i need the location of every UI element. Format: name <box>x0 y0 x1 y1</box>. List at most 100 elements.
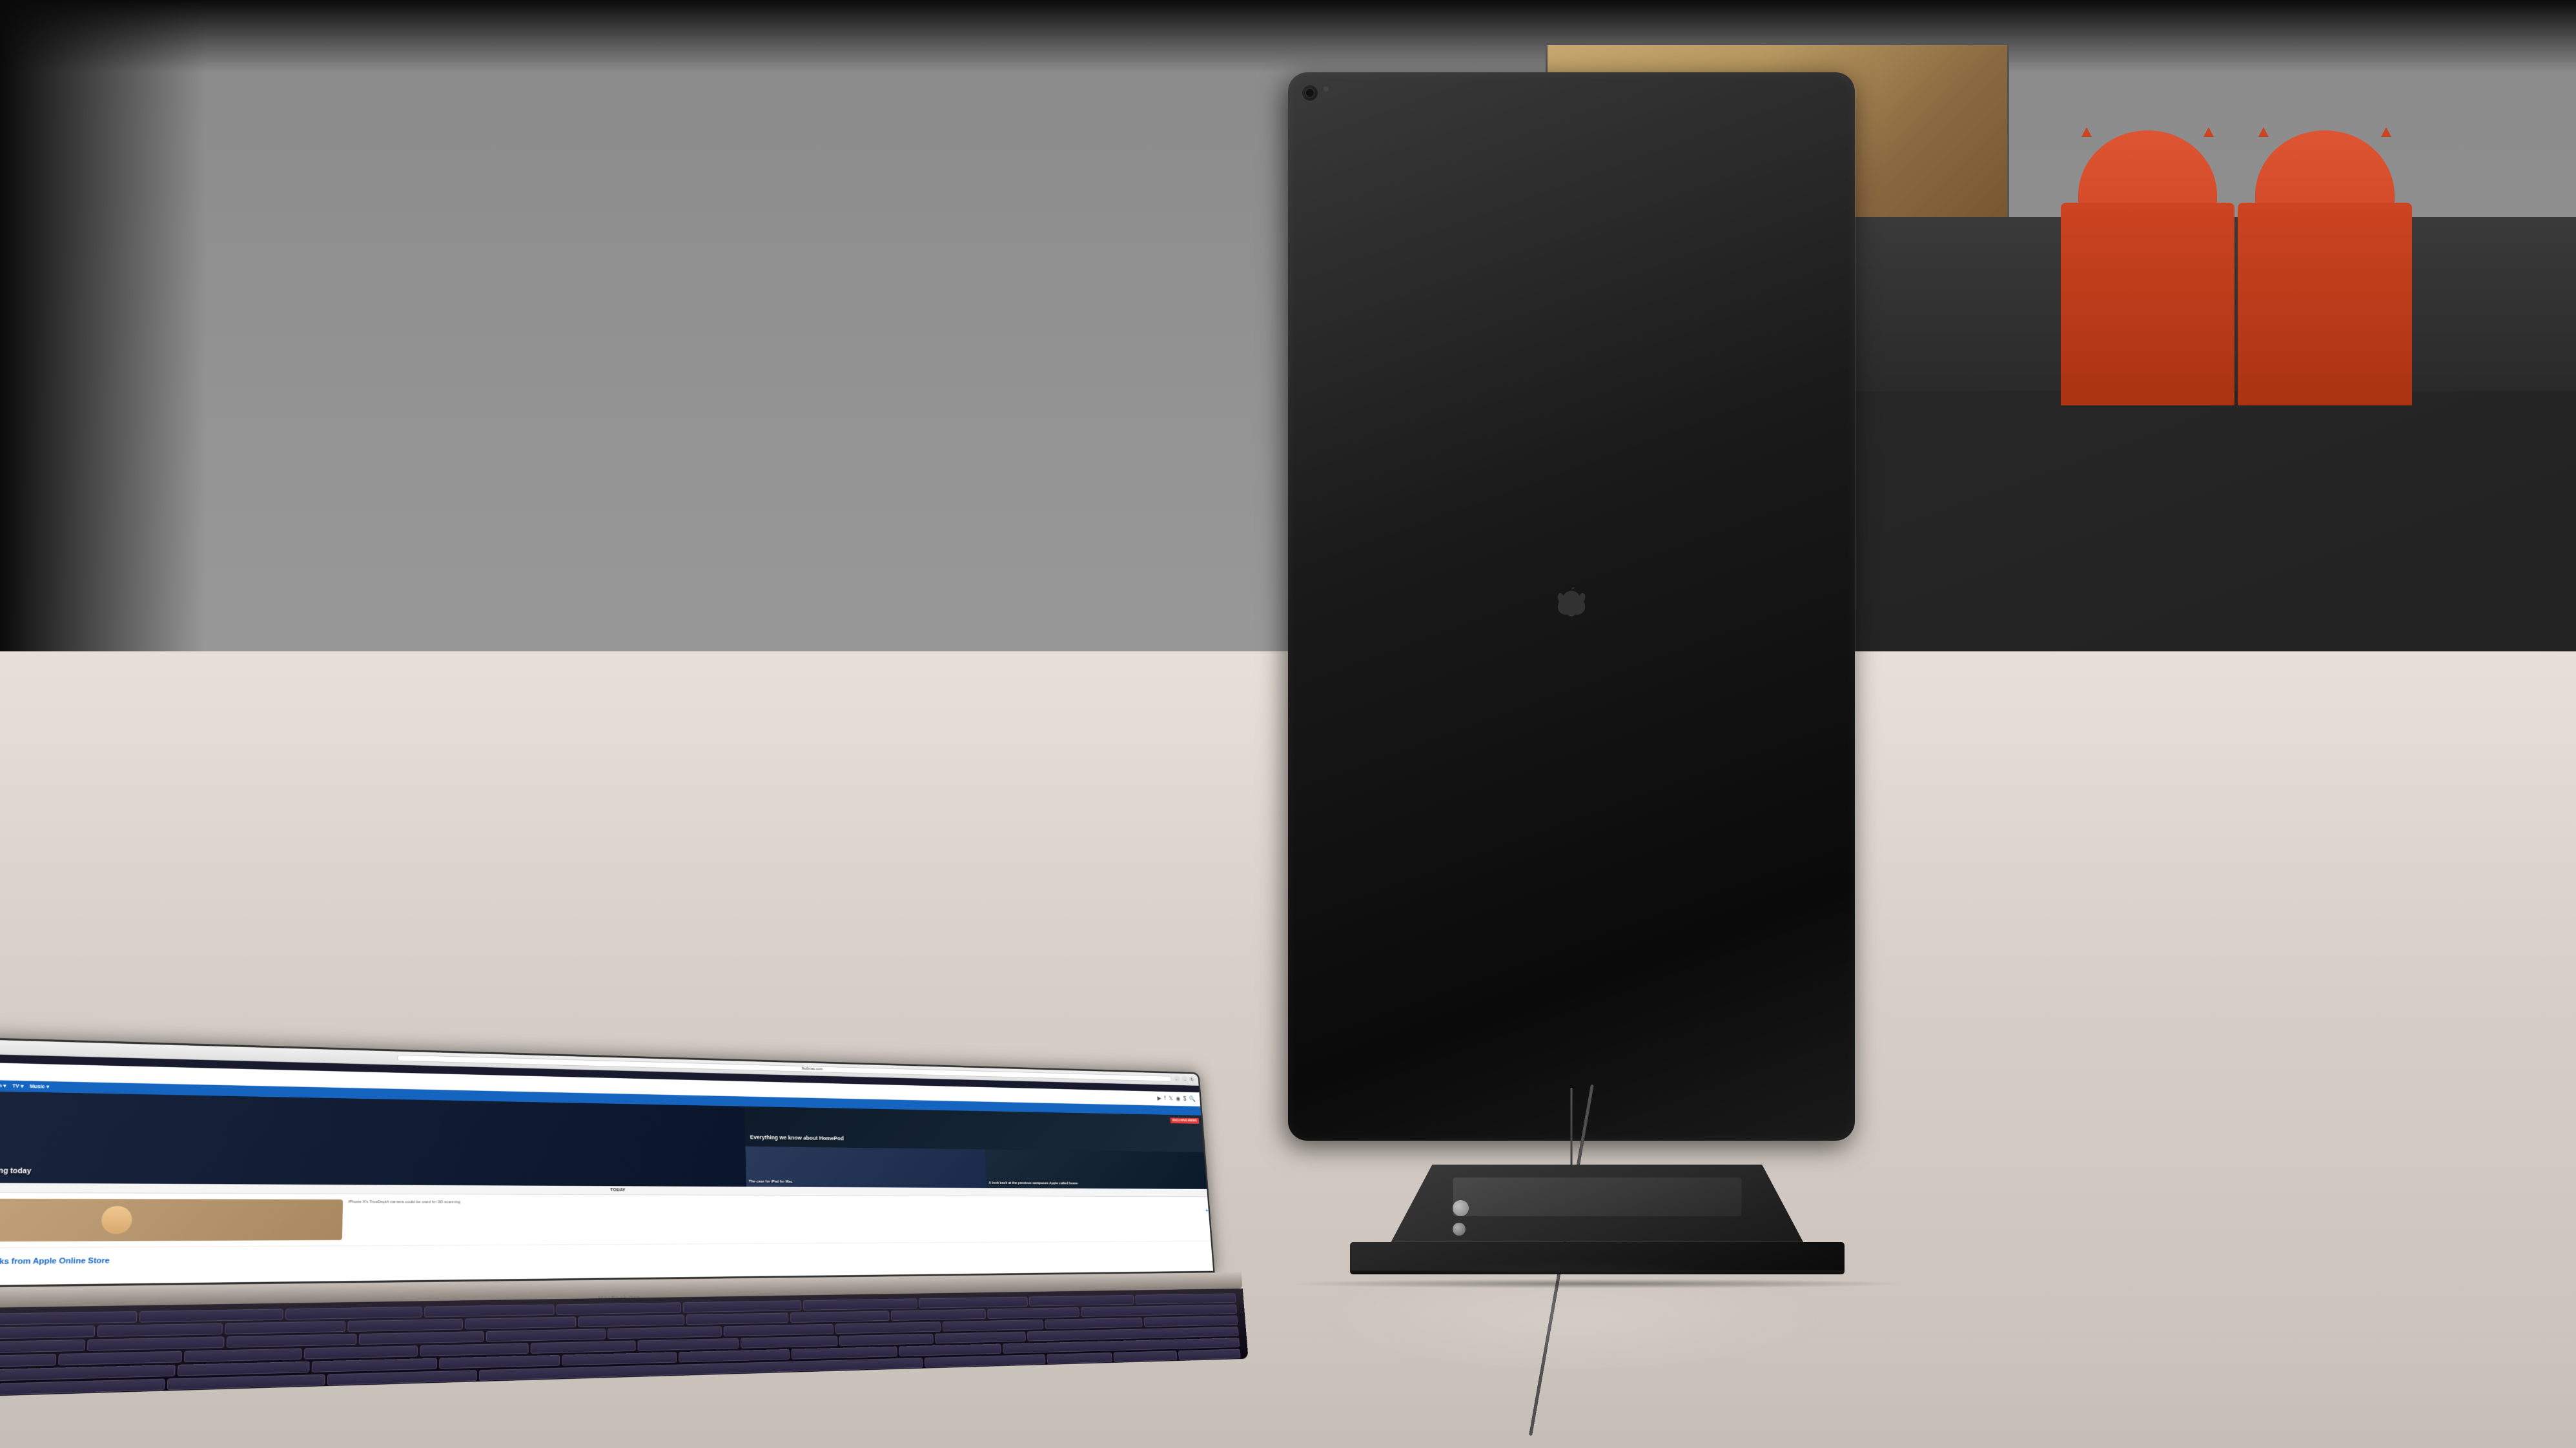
stand-knob-bottom <box>1453 1223 1466 1236</box>
key-v[interactable] <box>562 1352 677 1366</box>
fox-ear-left <box>2081 127 2092 137</box>
key-z[interactable] <box>178 1362 309 1377</box>
key-i[interactable] <box>942 1320 1043 1332</box>
article-more-button[interactable]: + <box>1205 1208 1209 1215</box>
iphone-body <box>1288 72 1855 1141</box>
iphone-container <box>1288 72 1855 1259</box>
iphone-flash <box>1324 87 1329 92</box>
key-f[interactable] <box>420 1343 529 1357</box>
search-icon[interactable]: 🔍 <box>1189 1096 1196 1103</box>
apple-logo-svg <box>1555 587 1588 626</box>
key-5[interactable] <box>465 1317 576 1330</box>
key-k[interactable] <box>839 1334 934 1347</box>
key-w[interactable] <box>226 1334 357 1349</box>
key-1[interactable] <box>0 1326 96 1340</box>
fox-body <box>2061 203 2234 405</box>
key-o[interactable] <box>1045 1318 1143 1330</box>
key-arrow-up[interactable] <box>1113 1351 1177 1363</box>
key-2[interactable] <box>97 1323 223 1337</box>
key-f1[interactable] <box>0 1312 138 1326</box>
key-f2[interactable] <box>139 1309 283 1323</box>
key-arrow-left[interactable] <box>1047 1353 1112 1365</box>
hero-thumb-2[interactable]: A look back at the previous campuses App… <box>985 1150 1207 1190</box>
key-h[interactable] <box>638 1339 739 1352</box>
key-n[interactable] <box>792 1347 898 1360</box>
key-u[interactable] <box>835 1322 941 1334</box>
key-c[interactable] <box>439 1356 560 1370</box>
hero-main[interactable]: GymKit for Apple Watch launching today <box>0 1089 747 1187</box>
fox-body-2 <box>2238 203 2411 405</box>
twitter-icon[interactable]: 𝕏 <box>1169 1096 1173 1102</box>
key-f9[interactable] <box>1029 1296 1134 1307</box>
site-nav-icons: ▶ f 𝕏 ◉ $ 🔍 <box>1157 1096 1196 1103</box>
nav-watch[interactable]: Watch ▾ <box>0 1083 6 1089</box>
rss-icon[interactable]: ◉ <box>1176 1096 1181 1102</box>
facebook-icon[interactable]: f <box>1164 1096 1166 1102</box>
key-3[interactable] <box>225 1321 345 1335</box>
key-f8[interactable] <box>919 1297 1028 1309</box>
hero-thumb-1[interactable]: The case for iPad for Mac <box>746 1147 987 1188</box>
stand-reflection <box>1314 1259 1829 1375</box>
phone-stand <box>1391 1165 1803 1274</box>
macbook: My Sites 9to5Mac 229 9to5mac.com ← → ↻ M… <box>0 1035 1222 1401</box>
key-f5[interactable] <box>557 1303 681 1316</box>
key-r[interactable] <box>486 1329 606 1343</box>
nav-music[interactable]: Music ▾ <box>30 1084 50 1090</box>
hero-right: EXCLUSIVE 9NEWS Everything we know about… <box>744 1106 1207 1189</box>
key-t[interactable] <box>608 1327 722 1340</box>
key-4[interactable] <box>347 1320 463 1332</box>
key-g[interactable] <box>531 1341 636 1354</box>
key-x[interactable] <box>311 1359 437 1373</box>
hero-thumb-2-title: A look back at the previous campuses App… <box>989 1181 1205 1187</box>
key-f7[interactable] <box>803 1299 917 1311</box>
key-6[interactable] <box>578 1315 684 1328</box>
key-j[interactable] <box>741 1336 838 1349</box>
forward-button[interactable]: → <box>1181 1076 1188 1083</box>
youtube-icon[interactable]: ▶ <box>1157 1096 1161 1102</box>
key-8[interactable] <box>790 1311 889 1323</box>
article-snippet: iPhone X's TrueDepth camera could be use… <box>349 1200 1209 1207</box>
key-7[interactable] <box>686 1313 789 1325</box>
key-y[interactable] <box>724 1325 833 1338</box>
key-d[interactable] <box>304 1346 418 1360</box>
stand-body <box>1391 1165 1803 1242</box>
fox-toy-2 <box>2238 116 2411 405</box>
browser-controls: ← → ↻ <box>1174 1076 1196 1083</box>
iphone-apple-logo <box>1552 584 1591 629</box>
article-text: iPhone X's TrueDepth camera could be use… <box>348 1200 1211 1241</box>
key-0[interactable] <box>987 1308 1079 1320</box>
nav-tv[interactable]: TV ▾ <box>12 1084 24 1090</box>
hero-bottom-right: The case for iPad for Mac A look back at… <box>746 1147 1207 1189</box>
key-e[interactable] <box>359 1332 484 1345</box>
refresh-button[interactable]: ↻ <box>1189 1076 1196 1083</box>
fox-ear-right <box>2203 127 2214 137</box>
hero-top-right[interactable]: EXCLUSIVE 9NEWS Everything we know about… <box>744 1106 1203 1152</box>
key-b[interactable] <box>679 1350 790 1363</box>
key-a[interactable] <box>58 1352 182 1367</box>
key-m[interactable] <box>899 1344 1002 1357</box>
key-f4[interactable] <box>424 1305 555 1318</box>
article-face-image <box>101 1206 132 1234</box>
scene: My Sites 9to5Mac 229 9to5mac.com ← → ↻ M… <box>0 0 2576 1448</box>
website: My Sites Reader 229 9to5Mac ▶ f 𝕏 ◉ $ 🔍 <box>0 1052 1213 1287</box>
key-q[interactable] <box>87 1337 225 1351</box>
stand-clamp <box>1453 1178 1741 1216</box>
key-f10[interactable] <box>1135 1294 1236 1305</box>
key-arrow-right[interactable] <box>1178 1349 1241 1360</box>
fox-toys <box>2061 116 2448 405</box>
key-f6[interactable] <box>682 1301 802 1313</box>
dollar-icon[interactable]: $ <box>1183 1096 1187 1103</box>
back-button[interactable]: ← <box>1174 1076 1180 1083</box>
key-l[interactable] <box>935 1332 1026 1344</box>
macbook-screen: My Sites 9to5Mac 229 9to5mac.com ← → ↻ M… <box>0 1035 1215 1289</box>
bg-dark-top <box>0 0 2576 72</box>
article-thumbnail <box>0 1199 343 1243</box>
fox-toy-1 <box>2061 116 2234 405</box>
key-9[interactable] <box>891 1310 986 1321</box>
key-f3[interactable] <box>285 1307 422 1321</box>
key-p[interactable] <box>1144 1316 1238 1328</box>
fox-ear-left-2 <box>2258 127 2269 137</box>
hero-badge: EXCLUSIVE 9NEWS <box>1170 1118 1199 1125</box>
fox-ear-right-2 <box>2381 127 2391 137</box>
key-s[interactable] <box>183 1349 302 1363</box>
